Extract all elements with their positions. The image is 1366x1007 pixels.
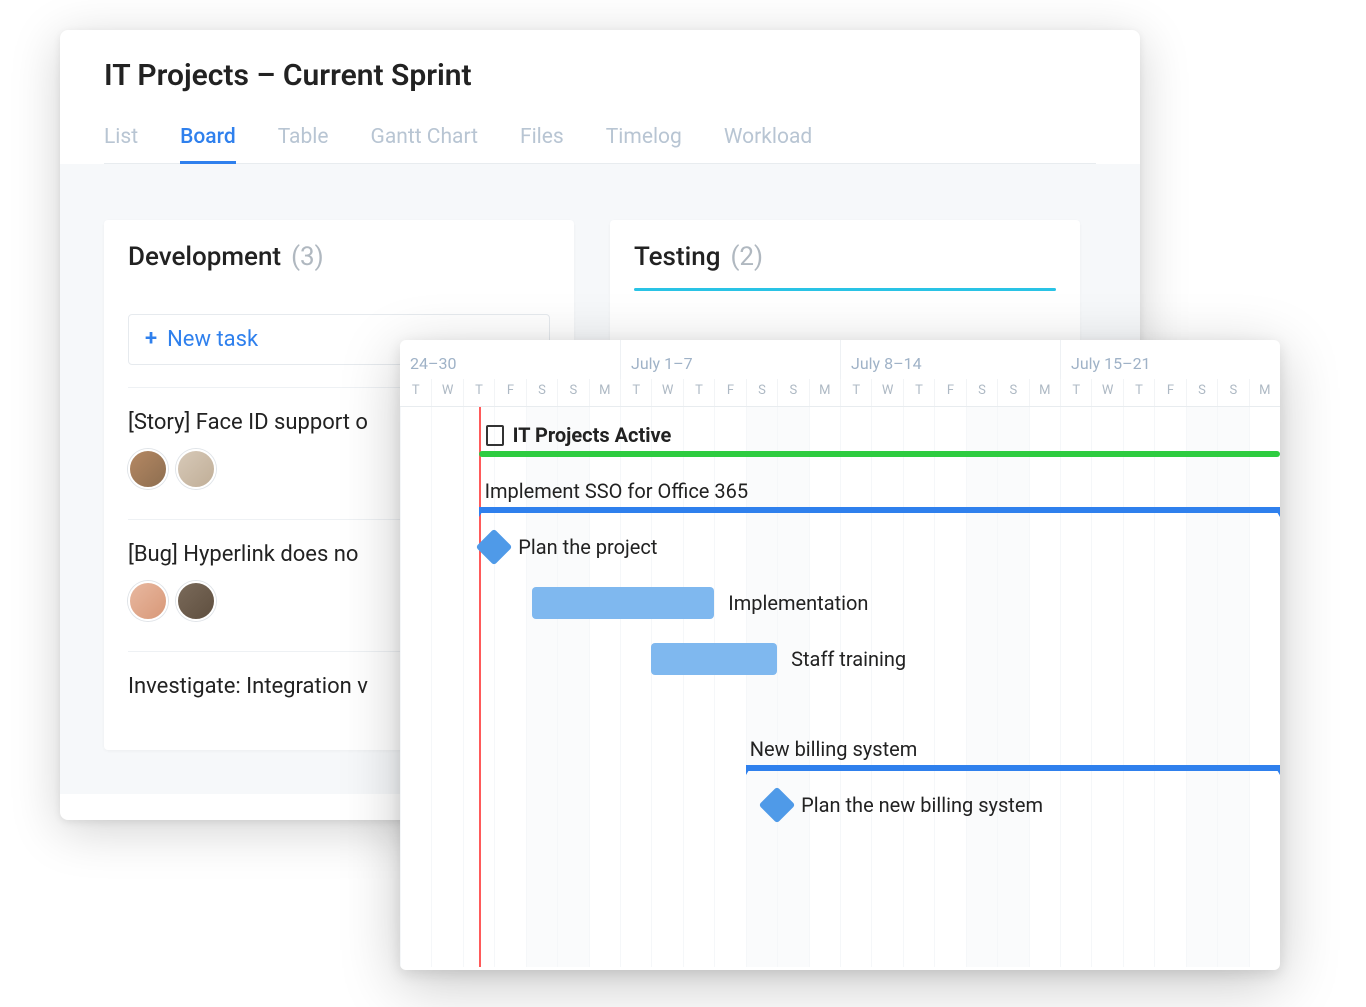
gantt-day: M xyxy=(809,379,840,406)
gantt-day: S xyxy=(1186,379,1217,406)
view-tabs: List Board Table Gantt Chart Files Timel… xyxy=(104,125,1096,164)
column-title: Testing xyxy=(634,242,720,272)
gantt-summary-label: Implement SSO for Office 365 xyxy=(485,479,749,503)
gantt-day: T xyxy=(1060,379,1091,406)
column-header: Development (3) xyxy=(128,242,550,272)
clipboard-icon xyxy=(485,425,505,445)
gantt-week-row: 24–30 July 1–7 July 8–14 July 15–21 xyxy=(400,340,1280,379)
gantt-row-summary[interactable]: Implement SSO for Office 365 xyxy=(400,463,1280,519)
gantt-day: S xyxy=(997,379,1028,406)
gantt-day: T xyxy=(400,379,431,406)
gantt-day: W xyxy=(651,379,682,406)
gantt-milestone-label: Plan the new billing system xyxy=(801,793,1043,817)
gantt-day: S xyxy=(1217,379,1248,406)
gantt-panel: 24–30 July 1–7 July 8–14 July 15–21 TWTF… xyxy=(400,340,1280,970)
gantt-week: July 15–21 xyxy=(1060,340,1280,379)
page-title: IT Projects – Current Sprint xyxy=(104,58,1096,93)
gantt-day: T xyxy=(463,379,494,406)
avatar[interactable] xyxy=(128,581,168,621)
gantt-week: 24–30 xyxy=(400,340,620,379)
tab-list[interactable]: List xyxy=(104,125,138,163)
gantt-day: F xyxy=(714,379,745,406)
gantt-day: T xyxy=(620,379,651,406)
gantt-row-task[interactable]: Staff training xyxy=(400,631,1280,687)
column-count: (3) xyxy=(291,242,324,272)
gantt-row-task[interactable]: Implementation xyxy=(400,575,1280,631)
milestone-icon[interactable] xyxy=(759,787,796,824)
gantt-day: F xyxy=(494,379,525,406)
gantt-project-label: IT Projects Active xyxy=(513,423,672,447)
column-accent xyxy=(634,288,1056,291)
gantt-day: S xyxy=(557,379,588,406)
column-count: (2) xyxy=(730,242,763,272)
gantt-task-bar[interactable] xyxy=(532,587,714,619)
gantt-summary-bar[interactable] xyxy=(746,765,1280,771)
tab-timelog[interactable]: Timelog xyxy=(606,125,682,163)
gantt-project-bar[interactable] xyxy=(479,451,1280,457)
gantt-day: M xyxy=(1249,379,1280,406)
gantt-body[interactable]: IT Projects Active Implement SSO for Off… xyxy=(400,407,1280,967)
gantt-row-project[interactable]: IT Projects Active xyxy=(400,407,1280,463)
gantt-summary-bar[interactable] xyxy=(479,507,1280,513)
board-header: IT Projects – Current Sprint List Board … xyxy=(60,30,1140,164)
gantt-task-label: Staff training xyxy=(791,647,906,671)
gantt-week: July 1–7 xyxy=(620,340,840,379)
gantt-row-milestone[interactable]: Plan the project xyxy=(400,519,1280,575)
gantt-day: F xyxy=(934,379,965,406)
gantt-week: July 8–14 xyxy=(840,340,1060,379)
gantt-row-spacer xyxy=(400,687,1280,721)
gantt-day: T xyxy=(1123,379,1154,406)
gantt-task-label: Implementation xyxy=(728,591,868,615)
gantt-day: S xyxy=(966,379,997,406)
gantt-day: S xyxy=(746,379,777,406)
tab-workload[interactable]: Workload xyxy=(724,125,812,163)
gantt-day: F xyxy=(1154,379,1185,406)
gantt-day: S xyxy=(777,379,808,406)
new-task-label: New task xyxy=(167,327,258,352)
avatar[interactable] xyxy=(128,449,168,489)
gantt-day: W xyxy=(871,379,902,406)
avatar[interactable] xyxy=(176,581,216,621)
milestone-icon[interactable] xyxy=(476,529,513,566)
gantt-day: W xyxy=(431,379,462,406)
column-header: Testing (2) xyxy=(634,242,1056,272)
gantt-summary-label: New billing system xyxy=(750,737,918,761)
tab-board[interactable]: Board xyxy=(180,125,236,163)
gantt-day: T xyxy=(683,379,714,406)
gantt-day: T xyxy=(840,379,871,406)
gantt-header: 24–30 July 1–7 July 8–14 July 15–21 TWTF… xyxy=(400,340,1280,407)
gantt-day-row: TWTFSSMTWTFSSMTWTFSSMTWTFSSM xyxy=(400,379,1280,406)
gantt-day: M xyxy=(589,379,620,406)
gantt-milestone-label: Plan the project xyxy=(518,535,657,559)
tab-table[interactable]: Table xyxy=(278,125,329,163)
plus-icon: + xyxy=(145,328,157,350)
gantt-day: T xyxy=(903,379,934,406)
avatar[interactable] xyxy=(176,449,216,489)
tab-files[interactable]: Files xyxy=(520,125,564,163)
gantt-row-milestone[interactable]: Plan the new billing system xyxy=(400,777,1280,833)
tab-gantt[interactable]: Gantt Chart xyxy=(371,125,478,163)
gantt-day: S xyxy=(526,379,557,406)
gantt-day: W xyxy=(1091,379,1122,406)
column-title: Development xyxy=(128,242,281,272)
gantt-day: M xyxy=(1029,379,1060,406)
gantt-task-bar[interactable] xyxy=(651,643,777,675)
gantt-row-summary[interactable]: New billing system xyxy=(400,721,1280,777)
